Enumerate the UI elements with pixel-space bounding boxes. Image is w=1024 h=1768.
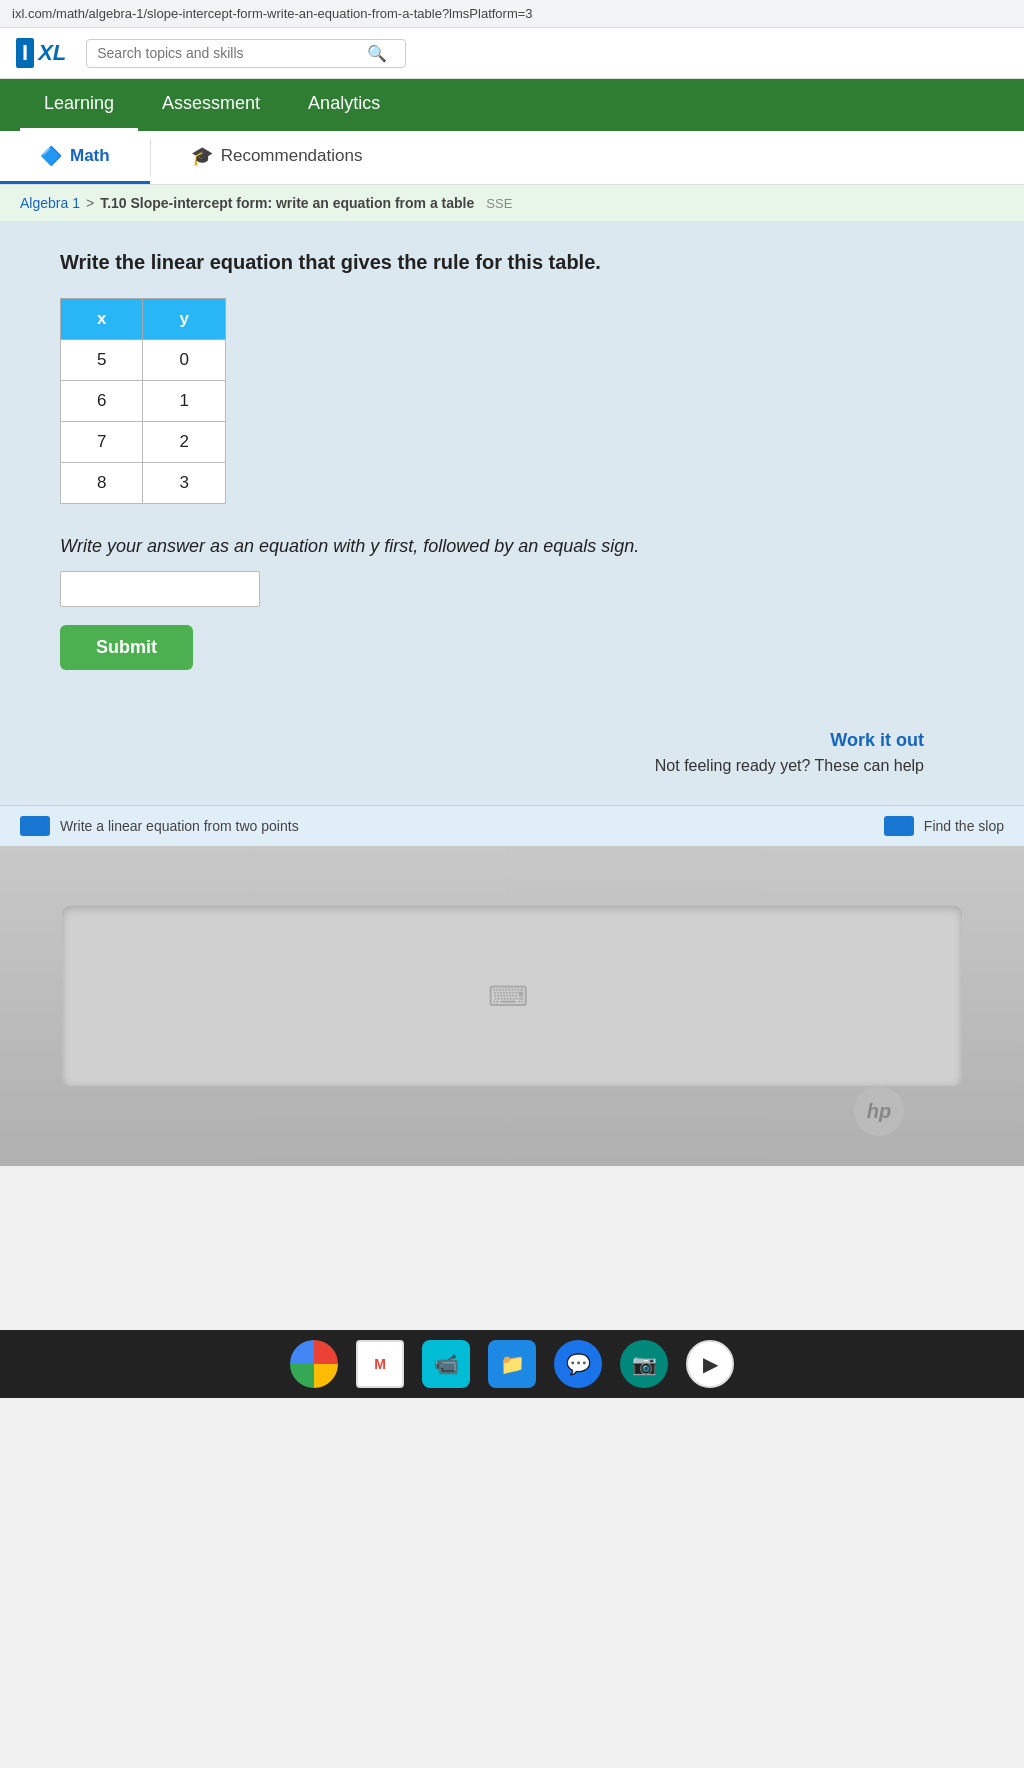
table-cell-y: 1 xyxy=(143,381,225,422)
table-cell-y: 3 xyxy=(143,463,225,504)
main-nav: Learning Assessment Analytics xyxy=(0,79,1024,131)
math-icon: 🔷 xyxy=(40,145,62,167)
question-text: Write the linear equation that gives the… xyxy=(60,251,964,274)
col-header-y: y xyxy=(143,299,225,340)
taskbar-drive[interactable]: 📁 xyxy=(488,1340,536,1388)
keyboard-decoration: ⌨ xyxy=(488,980,536,1013)
work-it-out-title: Work it out xyxy=(60,730,924,751)
breadcrumb-current: T.10 Slope-intercept form: write an equa… xyxy=(100,195,474,211)
search-icon: 🔍 xyxy=(367,44,387,63)
col-header-x: x xyxy=(61,299,143,340)
url-text: ixl.com/math/algebra-1/slope-intercept-f… xyxy=(12,6,533,21)
tab-math-label: Math xyxy=(70,146,110,166)
table-cell-y: 2 xyxy=(143,422,225,463)
nav-learning[interactable]: Learning xyxy=(20,79,138,131)
submit-button[interactable]: Submit xyxy=(60,625,193,670)
search-bar[interactable]: 🔍 xyxy=(86,39,406,68)
recommendations-icon: 🎓 xyxy=(191,145,213,167)
taskbar-meet[interactable]: 📹 xyxy=(422,1340,470,1388)
table-row: 83 xyxy=(61,463,226,504)
table-row: 61 xyxy=(61,381,226,422)
nav-analytics[interactable]: Analytics xyxy=(284,79,404,131)
data-table: x y 50617283 xyxy=(60,298,226,504)
table-cell-x: 8 xyxy=(61,463,143,504)
work-it-out-subtitle: Not feeling ready yet? These can help xyxy=(60,757,924,775)
taskbar-chrome[interactable] xyxy=(290,1340,338,1388)
tab-math[interactable]: 🔷 Math xyxy=(0,131,150,184)
rec-strip-icon-2 xyxy=(884,816,914,836)
breadcrumb-badge: SSE xyxy=(486,196,512,211)
answer-input[interactable] xyxy=(60,571,260,607)
logo-icon: I xyxy=(16,38,34,68)
table-row: 50 xyxy=(61,340,226,381)
breadcrumb: Algebra 1 > T.10 Slope-intercept form: w… xyxy=(0,185,1024,221)
address-bar: ixl.com/math/algebra-1/slope-intercept-f… xyxy=(0,0,1024,28)
search-input[interactable] xyxy=(97,45,367,61)
taskbar-chat[interactable]: 💬 xyxy=(554,1340,602,1388)
taskbar: M 📹 📁 💬 📷 ▶ xyxy=(0,1330,1024,1398)
rec-strip-icon-1 xyxy=(20,816,50,836)
laptop-body: ⌨ hp xyxy=(0,846,1024,1166)
tab-recommendations[interactable]: 🎓 Recommendations xyxy=(151,131,403,184)
table-cell-x: 7 xyxy=(61,422,143,463)
rec-strip-text: Write a linear equation from two points xyxy=(60,818,299,834)
sub-tabs: 🔷 Math 🎓 Recommendations xyxy=(0,131,1024,185)
table-cell-y: 0 xyxy=(143,340,225,381)
logo: I XL xyxy=(16,38,66,68)
content-area: Write the linear equation that gives the… xyxy=(0,221,1024,805)
taskbar-gmail[interactable]: M xyxy=(356,1340,404,1388)
taskbar-duo[interactable]: 📷 xyxy=(620,1340,668,1388)
table-row: 72 xyxy=(61,422,226,463)
tab-recommendations-label: Recommendations xyxy=(221,146,363,166)
hp-logo: hp xyxy=(854,1086,904,1136)
taskbar-play[interactable]: ▶ xyxy=(686,1340,734,1388)
rec-strip-text-2: Find the slop xyxy=(924,818,1004,834)
laptop-keyboard: ⌨ xyxy=(62,906,962,1086)
work-it-out: Work it out Not feeling ready yet? These… xyxy=(60,730,964,775)
breadcrumb-root[interactable]: Algebra 1 xyxy=(20,195,80,211)
table-cell-x: 5 xyxy=(61,340,143,381)
answer-instruction: Write your answer as an equation with y … xyxy=(60,536,964,557)
rec-strip: Write a linear equation from two points … xyxy=(0,805,1024,846)
header: I XL 🔍 xyxy=(0,28,1024,79)
logo-text: XL xyxy=(38,40,66,66)
table-cell-x: 6 xyxy=(61,381,143,422)
nav-assessment[interactable]: Assessment xyxy=(138,79,284,131)
breadcrumb-separator: > xyxy=(86,195,94,211)
